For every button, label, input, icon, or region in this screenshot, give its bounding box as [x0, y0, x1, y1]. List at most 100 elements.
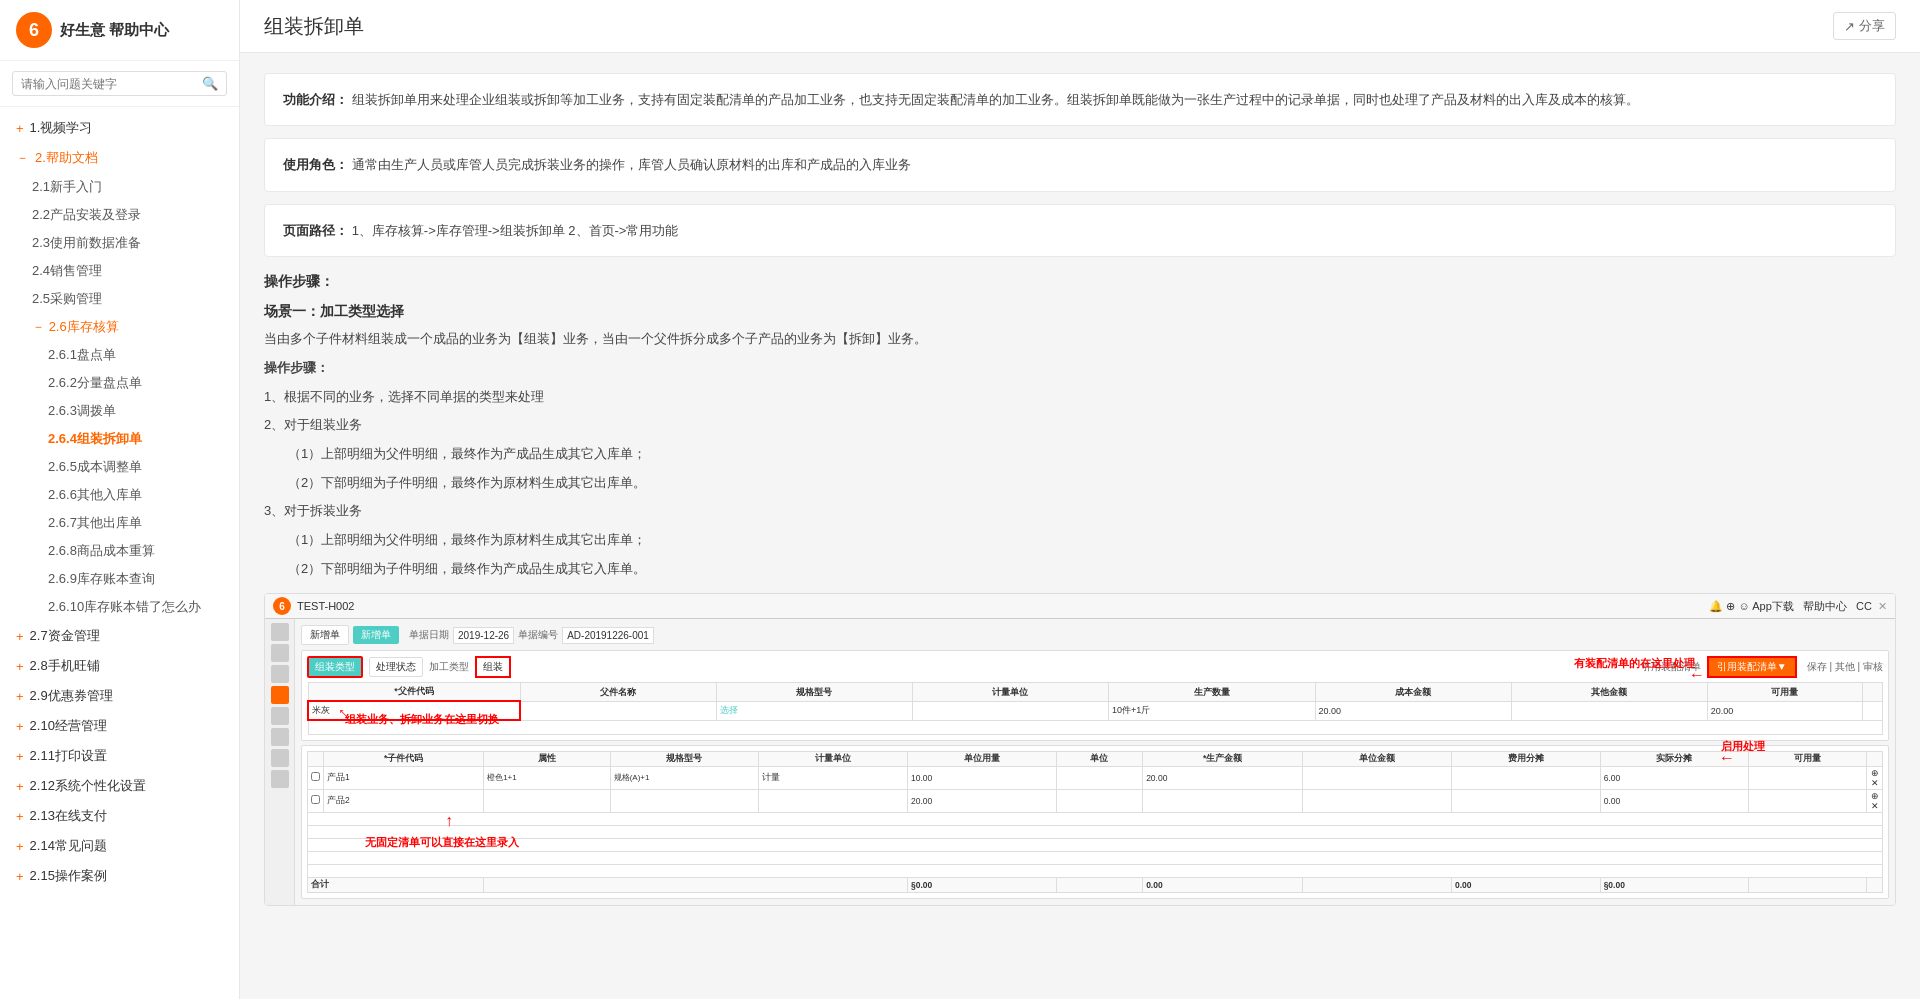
step3b: （2）下部明细为子件明细，最终作为产成品生成其它入库单。	[264, 557, 1896, 582]
sidebar-item-2.6.6[interactable]: 2.6.6其他入库单	[0, 481, 239, 509]
nav-label: 2.6.4组装拆卸单	[48, 431, 142, 446]
mock-tab-edit[interactable]: 新增单	[353, 626, 399, 644]
nav-label: 2.5采购管理	[32, 291, 102, 306]
path-text: 1、库存核算->库存管理->组装拆卸单 2、首页->常用功能	[352, 223, 679, 238]
mock-docnum-value: AD-20191226-001	[562, 627, 654, 644]
sidebar-item-2.14[interactable]: + 2.14常见问题	[0, 831, 239, 861]
sidebar-item-2.6.9[interactable]: 2.6.9库存账本查询	[0, 565, 239, 593]
expand-icon: +	[16, 659, 24, 674]
nav-label: 2.6.6其他入库单	[48, 487, 142, 502]
mock-upper-section: 组装类型 处理状态 加工类型 组装 引用装配清单 引用装配清单▼ 保存 | 其他…	[301, 650, 1889, 741]
sidebar-item-2.13[interactable]: + 2.13在线支付	[0, 801, 239, 831]
nav-label: 2.6.3调拨单	[48, 403, 116, 418]
share-icon: ↗	[1844, 19, 1855, 34]
mock-search-assembly-btn[interactable]: 引用装配清单▼	[1707, 656, 1797, 678]
mock-status-btn[interactable]: 处理状态	[369, 657, 423, 677]
nav-label: 2.帮助文档	[35, 149, 98, 167]
mock-upper-table: *父件代码 父件名称 规格型号 计量单位 生产数量 成本金额 其他金额 可用量	[307, 682, 1883, 735]
nav-label: 2.7资金管理	[30, 627, 100, 645]
sidebar-item-2.11[interactable]: + 2.11打印设置	[0, 741, 239, 771]
intro-text: 组装拆卸单用来处理企业组装或拆卸等加工业务，支持有固定装配清单的产品加工业务，也…	[352, 92, 1639, 107]
mock-type-selector[interactable]: 组装类型	[307, 656, 363, 678]
search-icon[interactable]: 🔍	[202, 76, 218, 91]
logo-area: 6 好生意 帮助中心	[0, 0, 239, 61]
nav-label: 2.9优惠券管理	[30, 687, 113, 705]
mock-tabs-row: 新增单 新增单 单据日期 2019-12-26 单据编号 AD-20191226…	[301, 625, 1889, 645]
mock-close-icon[interactable]: ✕	[1878, 600, 1887, 613]
intro-label: 功能介绍：	[283, 92, 348, 107]
sidebar-item-2.10[interactable]: + 2.10经营管理	[0, 711, 239, 741]
expand-icon: +	[16, 809, 24, 824]
nav-label: 2.6.10库存账本错了怎么办	[48, 599, 201, 614]
mock-logo: 6	[273, 597, 291, 615]
sidebar-item-2.12[interactable]: + 2.12系统个性化设置	[0, 771, 239, 801]
sidebar-item-2.6.4[interactable]: 2.6.4组装拆卸单	[0, 425, 239, 453]
nav-label: 2.10经营管理	[30, 717, 107, 735]
sidebar-item-2.6.8[interactable]: 2.6.8商品成本重算	[0, 537, 239, 565]
mock-assembly-value[interactable]: 组装	[475, 656, 511, 678]
mock-ui: 6 TEST-H002 🔔 ⊕ ☺ App下载 帮助中心 CC ✕	[265, 594, 1895, 905]
mock-tab-add[interactable]: 新增单	[301, 625, 349, 645]
sidebar-item-2.6.10[interactable]: 2.6.10库存账本错了怎么办	[0, 593, 239, 621]
sidebar-item-2.7[interactable]: + 2.7资金管理	[0, 621, 239, 651]
search-box[interactable]: 🔍	[12, 71, 227, 96]
sidebar-item-2.3[interactable]: 2.3使用前数据准备	[0, 229, 239, 257]
nav-label: 2.6.5成本调整单	[48, 459, 142, 474]
logo-text: 好生意 帮助中心	[60, 21, 169, 40]
main-content: 组装拆卸单 ↗ 分享 功能介绍： 组装拆卸单用来处理企业组装或拆卸等加工业务，支…	[240, 0, 1920, 999]
sidebar-item-2.1[interactable]: 2.1新手入门	[0, 173, 239, 201]
role-text: 通常由生产人员或库管人员完成拆装业务的操作，库管人员确认原材料的出库和产成品的入…	[352, 157, 911, 172]
scenario1-desc: 当由多个子件材料组装成一个成品的业务为【组装】业务，当由一个父件拆分成多个子产品…	[264, 327, 1896, 352]
role-block: 使用角色： 通常由生产人员或库管人员完成拆装业务的操作，库管人员确认原材料的出库…	[264, 138, 1896, 191]
nav-label: 2.11打印设置	[30, 747, 107, 765]
mock-date-label: 单据日期	[409, 628, 449, 642]
sidebar-item-2.6.5[interactable]: 2.6.5成本调整单	[0, 453, 239, 481]
sidebar-item-2.6.3[interactable]: 2.6.3调拨单	[0, 397, 239, 425]
content-area: 功能介绍： 组装拆卸单用来处理企业组装或拆卸等加工业务，支持有固定装配清单的产品…	[240, 53, 1920, 999]
sidebar-item-2.4[interactable]: 2.4销售管理	[0, 257, 239, 285]
expand-icon: +	[16, 689, 24, 704]
sidebar-item-docs[interactable]: － 2.帮助文档	[0, 143, 239, 173]
nav-label: 2.14常见问题	[30, 837, 107, 855]
mock-buttons: 保存 | 其他 | 审核	[1807, 660, 1883, 674]
sidebar-item-2.6.1[interactable]: 2.6.1盘点单	[0, 341, 239, 369]
sidebar-item-videos[interactable]: + 1.视频学习	[0, 113, 239, 143]
step2a: （1）上部明细为父件明细，最终作为产成品生成其它入库单；	[264, 442, 1896, 467]
step2b: （2）下部明细为子件明细，最终作为原材料生成其它出库单。	[264, 471, 1896, 496]
mock-left-icons	[265, 619, 295, 905]
nav-label: 2.4销售管理	[32, 263, 102, 278]
mock-lower-section: *子件代码 属性 规格型号 计量单位 单位用量 单位 *生产金额 单位金额 费用	[301, 745, 1889, 899]
mock-assembly-type: 加工类型	[429, 660, 469, 674]
nav-label: 1.视频学习	[30, 119, 93, 137]
mock-date-value: 2019-12-26	[453, 627, 514, 644]
nav-label: 2.6.8商品成本重算	[48, 543, 155, 558]
top-bar: 组装拆卸单 ↗ 分享	[240, 0, 1920, 53]
nav-label: 2.6.1盘点单	[48, 347, 116, 362]
collapse-icon: －	[16, 149, 29, 167]
nav-label: 2.2产品安装及登录	[32, 207, 141, 222]
search-input[interactable]	[21, 77, 202, 91]
sidebar-item-2.8[interactable]: + 2.8手机旺铺	[0, 651, 239, 681]
nav-label: 2.6.2分量盘点单	[48, 375, 142, 390]
nav-label: 2.6库存核算	[49, 319, 119, 334]
expand-icon: +	[16, 749, 24, 764]
logo-icon: 6	[16, 12, 52, 48]
sidebar-item-2.9[interactable]: + 2.9优惠券管理	[0, 681, 239, 711]
nav-label: 2.1新手入门	[32, 179, 102, 194]
sidebar-item-2.6.2[interactable]: 2.6.2分量盘点单	[0, 369, 239, 397]
sidebar-item-2.6[interactable]: － 2.6库存核算	[0, 313, 239, 341]
expand-icon: +	[16, 629, 24, 644]
sidebar-item-2.15[interactable]: + 2.15操作案例	[0, 861, 239, 891]
step3a: （1）上部明细为父件明细，最终作为原材料生成其它出库单；	[264, 528, 1896, 553]
page-title: 组装拆卸单	[264, 13, 364, 40]
sidebar-item-2.5[interactable]: 2.5采购管理	[0, 285, 239, 313]
sidebar-item-2.2[interactable]: 2.2产品安装及登录	[0, 201, 239, 229]
mock-system-id: TEST-H002	[297, 600, 354, 612]
expand-icon: +	[16, 839, 24, 854]
sidebar: 6 好生意 帮助中心 🔍 + 1.视频学习 － 2.帮助文档 2.1新手入门 2…	[0, 0, 240, 999]
nav-label: 2.15操作案例	[30, 867, 107, 885]
sidebar-item-2.6.7[interactable]: 2.6.7其他出库单	[0, 509, 239, 537]
share-button[interactable]: ↗ 分享	[1833, 12, 1896, 40]
nav-tree: + 1.视频学习 － 2.帮助文档 2.1新手入门 2.2产品安装及登录 2.3…	[0, 107, 239, 999]
mock-nav-icons: 🔔 ⊕ ☺ App下载 帮助中心 CC	[1709, 599, 1872, 614]
